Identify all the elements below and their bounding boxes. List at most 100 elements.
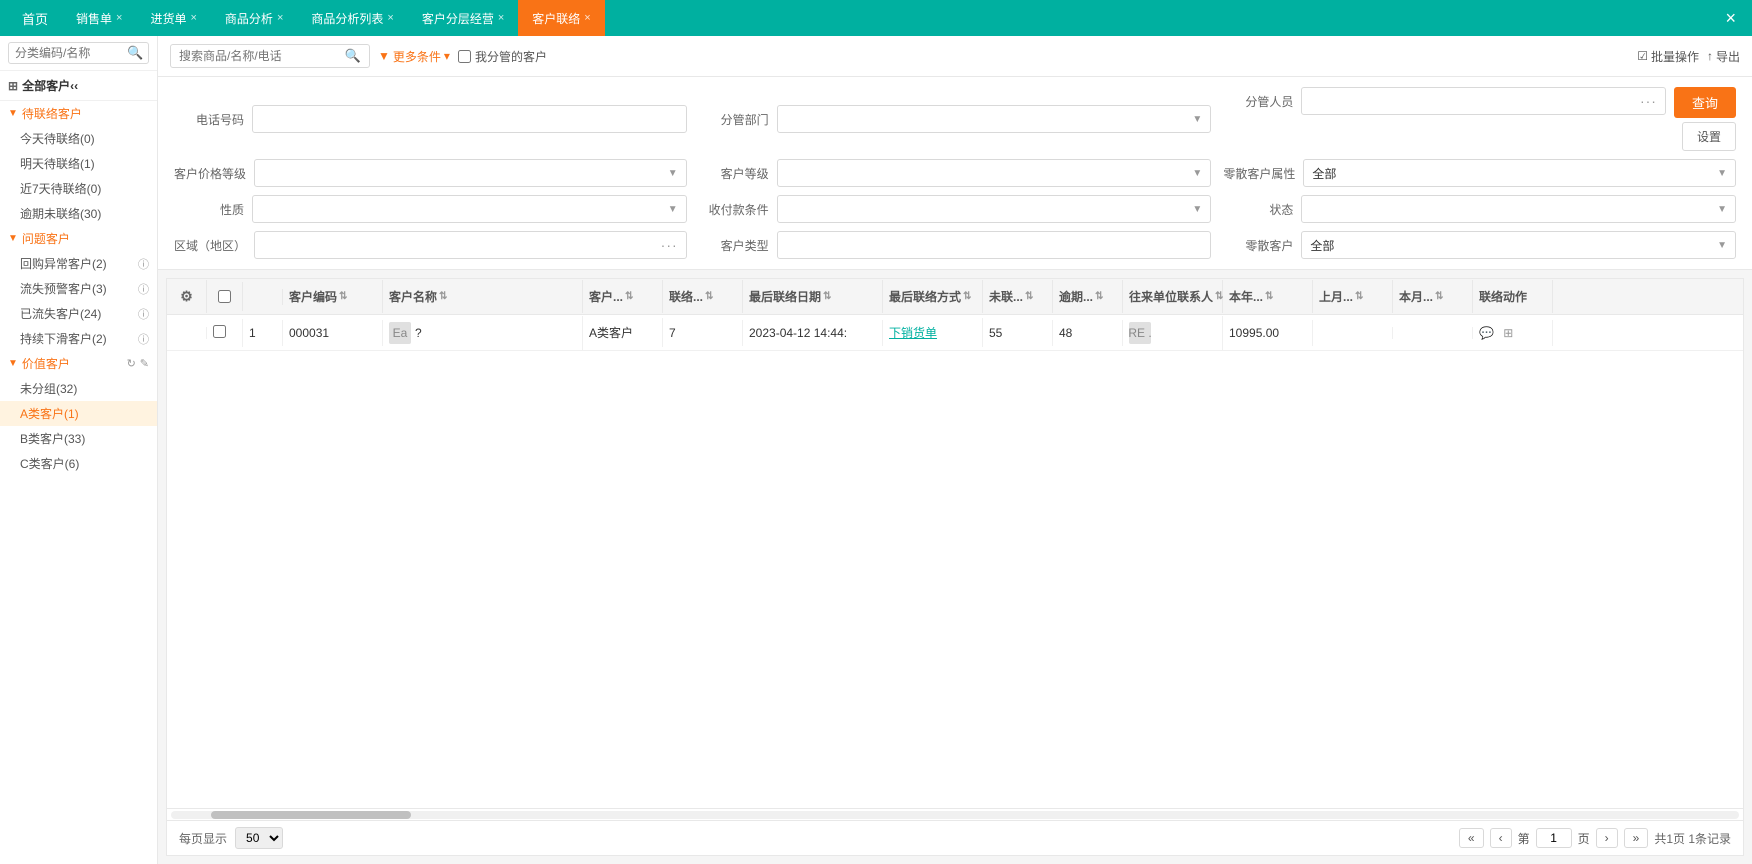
sidebar-group-pending[interactable]: ▼ 待联络客户 <box>0 101 157 126</box>
data-table: ⚙ 客户编码 ⇅ 客户名称 ⇅ 客户... ⇅ <box>166 278 1744 856</box>
refresh-icon[interactable]: ↻ <box>127 357 136 370</box>
nav-customer-tier-close[interactable]: × <box>498 12 504 24</box>
search-button[interactable]: 🔍 <box>345 48 361 64</box>
th-last-method[interactable]: 最后联络方式 ⇅ <box>883 280 983 313</box>
th-last-month[interactable]: 上月... ⇅ <box>1313 280 1393 313</box>
nav-product-analysis-list[interactable]: 商品分析列表 × <box>297 0 407 36</box>
sidebar-item-warning[interactable]: 流失预警客户(3) ⓘ <box>0 276 157 301</box>
th-this-year[interactable]: 本年... ⇅ <box>1223 280 1313 313</box>
sidebar-item-abnormal[interactable]: 回购异常客户(2) ⓘ <box>0 251 157 276</box>
my-customers-check[interactable] <box>458 50 471 63</box>
grid-action-icon[interactable]: ⊞ <box>1503 326 1513 340</box>
sidebar-search-icon[interactable]: 🔍 <box>127 45 143 61</box>
nav-customer-contact[interactable]: 客户联络 × <box>518 0 604 36</box>
filter-retail-attr-select[interactable]: 全部▼ <box>1303 159 1736 187</box>
export-button[interactable]: ↑ 导出 <box>1707 48 1740 65</box>
settings-gear-icon[interactable]: ⚙ <box>180 288 193 305</box>
th-contact[interactable]: 联络... ⇅ <box>663 280 743 313</box>
next-page-button[interactable]: › <box>1596 828 1618 848</box>
filter-retail-customer-select[interactable]: 全部▼ <box>1301 231 1736 259</box>
filter-region: 区域（地区） ··· <box>174 231 687 259</box>
filter-customer-type-input[interactable] <box>777 231 1212 259</box>
sidebar-item-overdue[interactable]: 逾期未联络(30) <box>0 201 157 226</box>
sort-icon-this-month: ⇅ <box>1435 291 1443 302</box>
prev-page-button[interactable]: ‹ <box>1490 828 1512 848</box>
th-check[interactable] <box>207 282 243 311</box>
td-settings <box>167 327 207 339</box>
my-customers-checkbox[interactable]: 我分管的客户 <box>458 48 547 65</box>
sidebar-item-b-class[interactable]: B类客户(33) <box>0 426 157 451</box>
nav-home[interactable]: 首页 <box>8 0 62 36</box>
sidebar-item-declining[interactable]: 持续下滑客户(2) ⓘ <box>0 326 157 351</box>
last-page-button[interactable]: » <box>1624 828 1649 848</box>
filter-dept-label: 分管部门 <box>699 111 769 128</box>
filter-nature: 性质 ▼ <box>174 195 687 223</box>
th-action: 联络动作 <box>1473 280 1553 313</box>
th-this-month[interactable]: 本月... ⇅ <box>1393 280 1473 313</box>
filter-customer-grade-select[interactable]: ▼ <box>777 159 1212 187</box>
filter-price-grade-select[interactable]: ▼ <box>254 159 687 187</box>
td-last-method[interactable]: 下销货单 <box>883 318 983 347</box>
settings-button[interactable]: 设置 <box>1682 122 1736 151</box>
batch-op-button[interactable]: ☑ 批量操作 <box>1637 48 1699 65</box>
filter-retail-attr-label: 零散客户属性 <box>1223 165 1295 182</box>
horizontal-scrollbar[interactable] <box>167 808 1743 820</box>
filter-payment-select[interactable]: ▼ <box>777 195 1212 223</box>
nav-product-analysis[interactable]: 商品分析 × <box>211 0 297 36</box>
sidebar-all-customers[interactable]: ⊞ 全部客户 ‹‹ <box>0 71 157 101</box>
content-area: 🔍 ▼ 更多条件 ▾ 我分管的客户 ☑ 批量操作 ↑ 导出 <box>158 36 1752 864</box>
filter-nature-label: 性质 <box>174 201 244 218</box>
comment-icon[interactable]: 💬 <box>1479 326 1494 340</box>
customer-name-cell: Ea ? <box>389 322 576 344</box>
nav-product-analysis-close[interactable]: × <box>277 12 283 24</box>
sidebar-item-today[interactable]: 今天待联络(0) <box>0 126 157 151</box>
filter-dept-select[interactable]: ▼ <box>777 105 1212 133</box>
th-type[interactable]: 客户... ⇅ <box>583 280 663 313</box>
scrollbar-thumb[interactable] <box>211 811 411 819</box>
th-overdue[interactable]: 逾期... ⇅ <box>1053 280 1123 313</box>
per-page-select[interactable]: 50 <box>235 827 283 849</box>
nav-customer-contact-close[interactable]: × <box>584 12 590 24</box>
filter-manager-input[interactable]: ··· <box>1301 87 1666 115</box>
nav-purchase-close[interactable]: × <box>190 12 196 24</box>
nav-purchase[interactable]: 进货单 × <box>136 0 210 36</box>
th-settings[interactable]: ⚙ <box>167 280 207 313</box>
first-page-button[interactable]: « <box>1459 828 1484 848</box>
filter-nature-select[interactable]: ▼ <box>252 195 687 223</box>
search-input[interactable] <box>179 49 345 63</box>
nav-product-analysis-list-close[interactable]: × <box>387 12 393 24</box>
sidebar-group-problem[interactable]: ▼ 问题客户 <box>0 226 157 251</box>
th-code[interactable]: 客户编码 ⇅ <box>283 280 383 313</box>
th-no-contact[interactable]: 未联... ⇅ <box>983 280 1053 313</box>
th-company-contact[interactable]: 往来单位联系人 ⇅ <box>1123 280 1223 313</box>
filter-region-input[interactable]: ··· <box>254 231 687 259</box>
edit-group-icon[interactable]: ✎ <box>140 357 149 370</box>
td-code: 000031 <box>283 320 383 346</box>
sidebar-item-c-class[interactable]: C类客户(6) <box>0 451 157 476</box>
sidebar-item-lost[interactable]: 已流失客户(24) ⓘ <box>0 301 157 326</box>
scrollbar-track[interactable] <box>171 811 1739 819</box>
sidebar-item-7days[interactable]: 近7天待联络(0) <box>0 176 157 201</box>
export-icon: ↑ <box>1707 49 1713 63</box>
th-last-date[interactable]: 最后联络日期 ⇅ <box>743 280 883 313</box>
row-checkbox[interactable] <box>213 325 226 338</box>
sidebar-item-a-class[interactable]: A类客户(1) <box>0 401 157 426</box>
filter-status: 状态 ▼ <box>1223 195 1736 223</box>
filter-status-select[interactable]: ▼ <box>1301 195 1736 223</box>
sidebar-group-value[interactable]: ▼ 价值客户 ↻ ✎ <box>0 351 157 376</box>
nav-customer-tier[interactable]: 客户分层经营 × <box>408 0 518 36</box>
select-all-checkbox[interactable] <box>218 290 231 303</box>
td-check[interactable] <box>207 319 243 347</box>
close-window-button[interactable]: × <box>1717 8 1744 29</box>
page-number-input[interactable] <box>1536 828 1572 848</box>
more-conditions-button[interactable]: ▼ 更多条件 ▾ <box>378 48 450 65</box>
query-button[interactable]: 查询 <box>1674 87 1736 118</box>
nav-sales[interactable]: 销售单 × <box>62 0 136 36</box>
sidebar-item-tomorrow[interactable]: 明天待联络(1) <box>0 151 157 176</box>
nav-sales-close[interactable]: × <box>116 12 122 24</box>
sidebar-search-container: 🔍 <box>0 36 157 71</box>
th-name[interactable]: 客户名称 ⇅ <box>383 280 583 313</box>
page-label: 第 <box>1518 830 1530 847</box>
filter-phone-input[interactable] <box>252 105 687 133</box>
sidebar-item-no-group[interactable]: 未分组(32) <box>0 376 157 401</box>
